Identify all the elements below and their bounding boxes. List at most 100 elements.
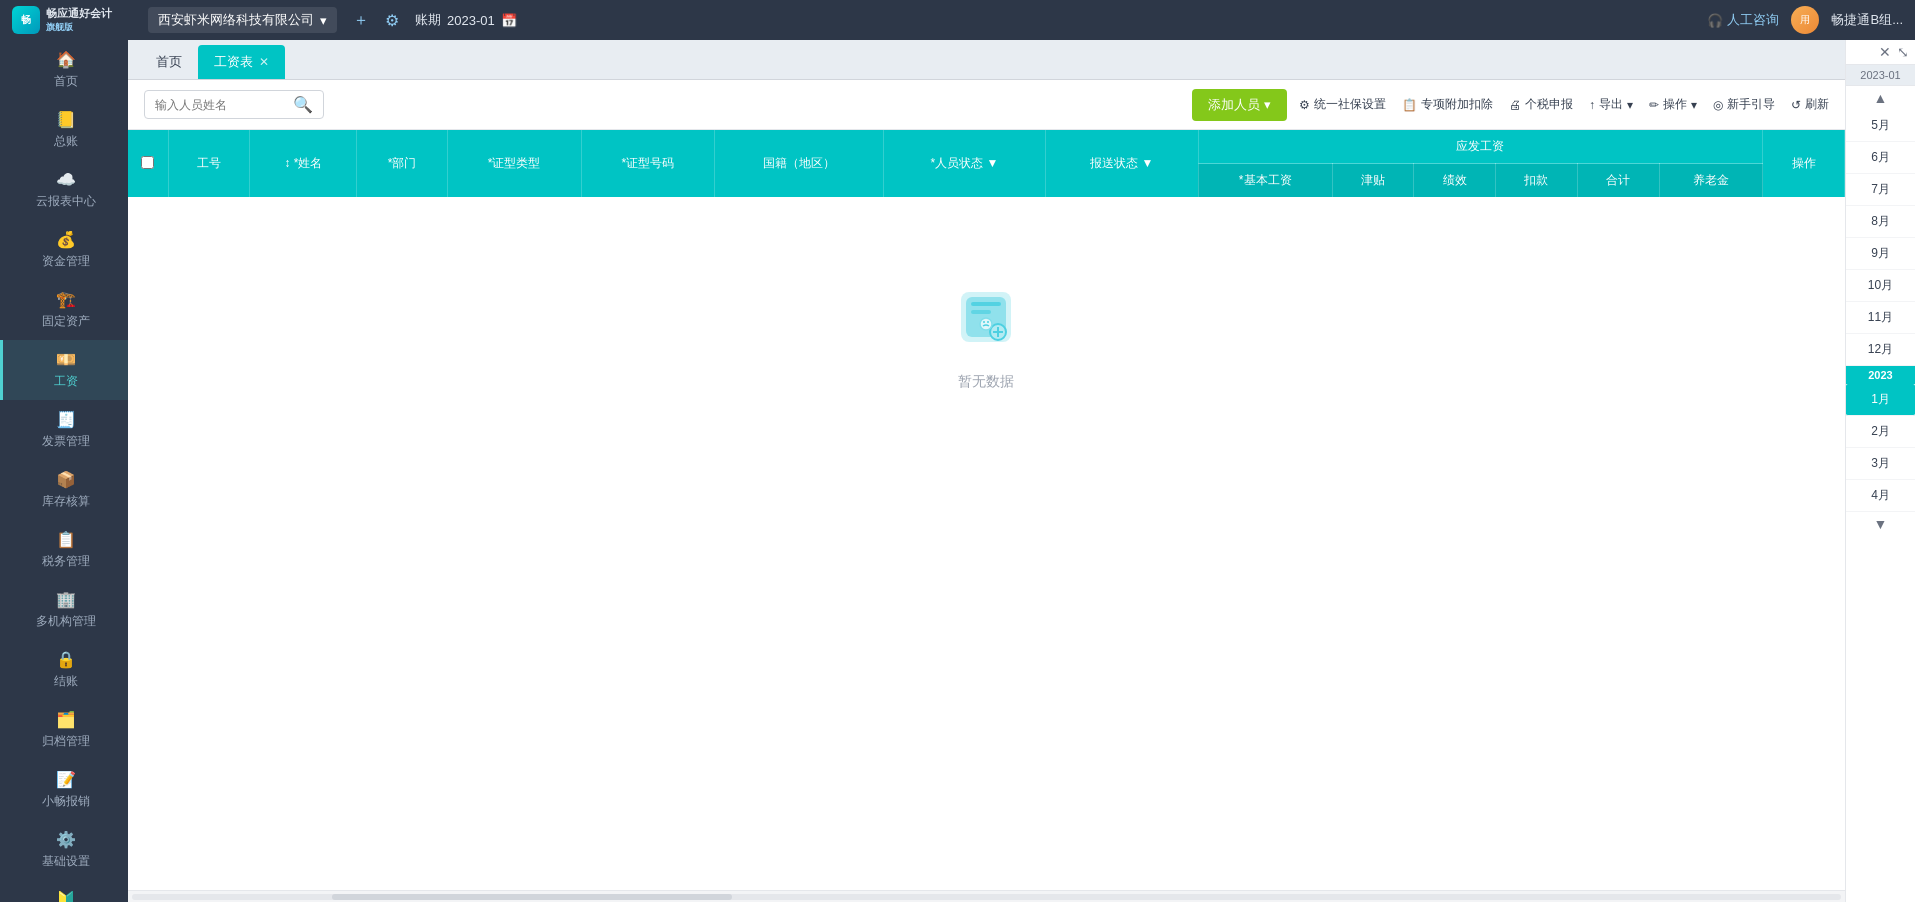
month-4[interactable]: 4月 bbox=[1846, 480, 1915, 512]
tab-salary-table[interactable]: 工资表 ✕ bbox=[198, 45, 285, 79]
sidebar-item-cloud-report[interactable]: ☁️ 云报表中心 bbox=[0, 160, 128, 220]
select-all-checkbox[interactable] bbox=[141, 156, 154, 169]
sidebar-item-guide[interactable]: 🔰 新手引导 bbox=[0, 880, 128, 902]
tab-close-icon[interactable]: ✕ bbox=[259, 55, 269, 69]
month-7[interactable]: 7月 bbox=[1846, 174, 1915, 206]
sidebar-item-expense[interactable]: 📝 小畅报销 bbox=[0, 760, 128, 820]
tab-home[interactable]: 首页 bbox=[140, 45, 198, 79]
sidebar-item-multi-org[interactable]: 🏢 多机构管理 bbox=[0, 580, 128, 640]
sidebar-item-close[interactable]: 🔒 结账 bbox=[0, 640, 128, 700]
content-area: 首页 工资表 ✕ 🔍 添加人员 ▾ ⚙ 统一社保设置 bbox=[128, 40, 1845, 902]
sidebar-label-settings: 基础设置 bbox=[42, 853, 90, 870]
inventory-icon: 📦 bbox=[56, 470, 76, 489]
sidebar-label-multi-org: 多机构管理 bbox=[36, 613, 96, 630]
user-avatar[interactable]: 用 bbox=[1791, 6, 1819, 34]
panel-expand-icon[interactable]: ⤡ bbox=[1897, 44, 1909, 60]
empty-text: 暂无数据 bbox=[958, 373, 1014, 391]
logo-area: 畅 畅应通好会计 旗舰版 bbox=[12, 6, 140, 34]
period-label: 账期 bbox=[415, 11, 441, 29]
tax-report-icon: 🖨 bbox=[1509, 98, 1521, 112]
month-10[interactable]: 10月 bbox=[1846, 270, 1915, 302]
main-layout: 🏠 首页 📒 总账 ☁️ 云报表中心 💰 资金管理 🏗️ 固定资产 💴 工资 🧾… bbox=[0, 40, 1915, 902]
asset-icon: 🏗️ bbox=[56, 290, 76, 309]
month-5[interactable]: 5月 bbox=[1846, 110, 1915, 142]
company-selector[interactable]: 西安虾米网络科技有限公司 ▾ bbox=[148, 7, 337, 33]
date-panel-header: 2023-01 bbox=[1846, 65, 1915, 86]
app-name: 畅应通好会计 bbox=[46, 6, 112, 20]
month-12[interactable]: 12月 bbox=[1846, 334, 1915, 366]
period-value: 2023-01 bbox=[447, 13, 495, 28]
social-security-button[interactable]: ⚙ 统一社保设置 bbox=[1299, 96, 1386, 113]
month-1[interactable]: 1月 bbox=[1846, 384, 1915, 416]
date-nav-up[interactable]: ▲ bbox=[1846, 86, 1915, 110]
calendar-icon[interactable]: 📅 bbox=[501, 13, 517, 28]
refresh-icon: ↺ bbox=[1791, 98, 1801, 112]
sidebar-item-asset[interactable]: 🏗️ 固定资产 bbox=[0, 280, 128, 340]
date-nav-down[interactable]: ▼ bbox=[1846, 512, 1915, 536]
scrollbar-thumb[interactable] bbox=[332, 894, 732, 900]
sidebar-label-expense: 小畅报销 bbox=[42, 793, 90, 810]
export-dropdown-icon: ▾ bbox=[1627, 98, 1633, 112]
operation-icon: ✏ bbox=[1649, 98, 1659, 112]
add-company-button[interactable]: ＋ bbox=[349, 6, 373, 35]
refresh-button[interactable]: ↺ 刷新 bbox=[1791, 96, 1829, 113]
user-name: 畅捷通B组... bbox=[1831, 11, 1903, 29]
sidebar-item-inventory[interactable]: 📦 库存核算 bbox=[0, 460, 128, 520]
header-right: 🎧 人工咨询 用 畅捷通B组... bbox=[1707, 6, 1903, 34]
month-9[interactable]: 9月 bbox=[1846, 238, 1915, 270]
sidebar-item-invoice[interactable]: 🧾 发票管理 bbox=[0, 400, 128, 460]
th-action: 操作 bbox=[1763, 130, 1845, 197]
sidebar-item-fund[interactable]: 💰 资金管理 bbox=[0, 220, 128, 280]
panel-top-controls: ✕ ⤡ bbox=[1846, 40, 1915, 65]
th-pension: 养老金 bbox=[1659, 164, 1763, 198]
th-person-status: *人员状态 ▼ bbox=[884, 130, 1045, 197]
sidebar-item-settings[interactable]: ⚙️ 基础设置 bbox=[0, 820, 128, 880]
sidebar-item-salary[interactable]: 💴 工资 bbox=[0, 340, 128, 400]
month-8[interactable]: 8月 bbox=[1846, 206, 1915, 238]
th-salary-group: 应发工资 bbox=[1198, 130, 1762, 164]
archive-icon: 🗂️ bbox=[56, 710, 76, 729]
scrollbar-area[interactable] bbox=[128, 890, 1845, 902]
sidebar: 🏠 首页 📒 总账 ☁️ 云报表中心 💰 资金管理 🏗️ 固定资产 💴 工资 🧾… bbox=[0, 40, 128, 902]
search-input[interactable] bbox=[155, 98, 287, 112]
add-person-label: 添加人员 bbox=[1208, 96, 1260, 114]
month-2[interactable]: 2月 bbox=[1846, 416, 1915, 448]
month-11[interactable]: 11月 bbox=[1846, 302, 1915, 334]
export-icon: ↑ bbox=[1589, 98, 1595, 112]
fund-icon: 💰 bbox=[56, 230, 76, 249]
tax-report-button[interactable]: 🖨 个税申报 bbox=[1509, 96, 1573, 113]
sidebar-item-archive[interactable]: 🗂️ 归档管理 bbox=[0, 700, 128, 760]
chevron-down-icon: ▾ bbox=[320, 13, 327, 28]
period-info: 账期 2023-01 📅 bbox=[415, 11, 517, 29]
guide-icon: 🔰 bbox=[56, 890, 76, 902]
salary-icon: 💴 bbox=[56, 350, 76, 369]
sidebar-item-ledger[interactable]: 📒 总账 bbox=[0, 100, 128, 160]
new-guide-button[interactable]: ◎ 新手引导 bbox=[1713, 96, 1775, 113]
sidebar-item-tax[interactable]: 📋 税务管理 bbox=[0, 520, 128, 580]
sidebar-item-home[interactable]: 🏠 首页 bbox=[0, 40, 128, 100]
service-label: 人工咨询 bbox=[1727, 11, 1779, 29]
export-button[interactable]: ↑ 导出 ▾ bbox=[1589, 96, 1633, 113]
special-deduction-button[interactable]: 📋 专项附加扣除 bbox=[1402, 96, 1493, 113]
th-id-type: *证型类型 bbox=[447, 130, 581, 197]
app-version: 旗舰版 bbox=[46, 21, 112, 34]
sidebar-label-archive: 归档管理 bbox=[42, 733, 90, 750]
th-id: 工号 bbox=[168, 130, 250, 197]
settings-icon[interactable]: ⚙ bbox=[381, 7, 403, 34]
operation-dropdown-icon: ▾ bbox=[1691, 98, 1697, 112]
current-year-period: 2023-01 bbox=[1860, 69, 1900, 81]
sidebar-label-ledger: 总账 bbox=[54, 133, 78, 150]
svg-point-7 bbox=[980, 318, 992, 330]
th-total: 合计 bbox=[1577, 164, 1659, 198]
operation-button[interactable]: ✏ 操作 ▾ bbox=[1649, 96, 1697, 113]
add-person-button[interactable]: 添加人员 ▾ bbox=[1192, 89, 1287, 121]
month-6[interactable]: 6月 bbox=[1846, 142, 1915, 174]
panel-close-icon[interactable]: ✕ bbox=[1879, 44, 1891, 60]
company-name: 西安虾米网络科技有限公司 bbox=[158, 11, 314, 29]
th-checkbox[interactable] bbox=[128, 130, 168, 197]
service-button[interactable]: 🎧 人工咨询 bbox=[1707, 11, 1779, 29]
th-country: 国籍（地区） bbox=[715, 130, 884, 197]
month-3[interactable]: 3月 bbox=[1846, 448, 1915, 480]
sidebar-label-tax: 税务管理 bbox=[42, 553, 90, 570]
svg-point-8 bbox=[983, 321, 985, 323]
